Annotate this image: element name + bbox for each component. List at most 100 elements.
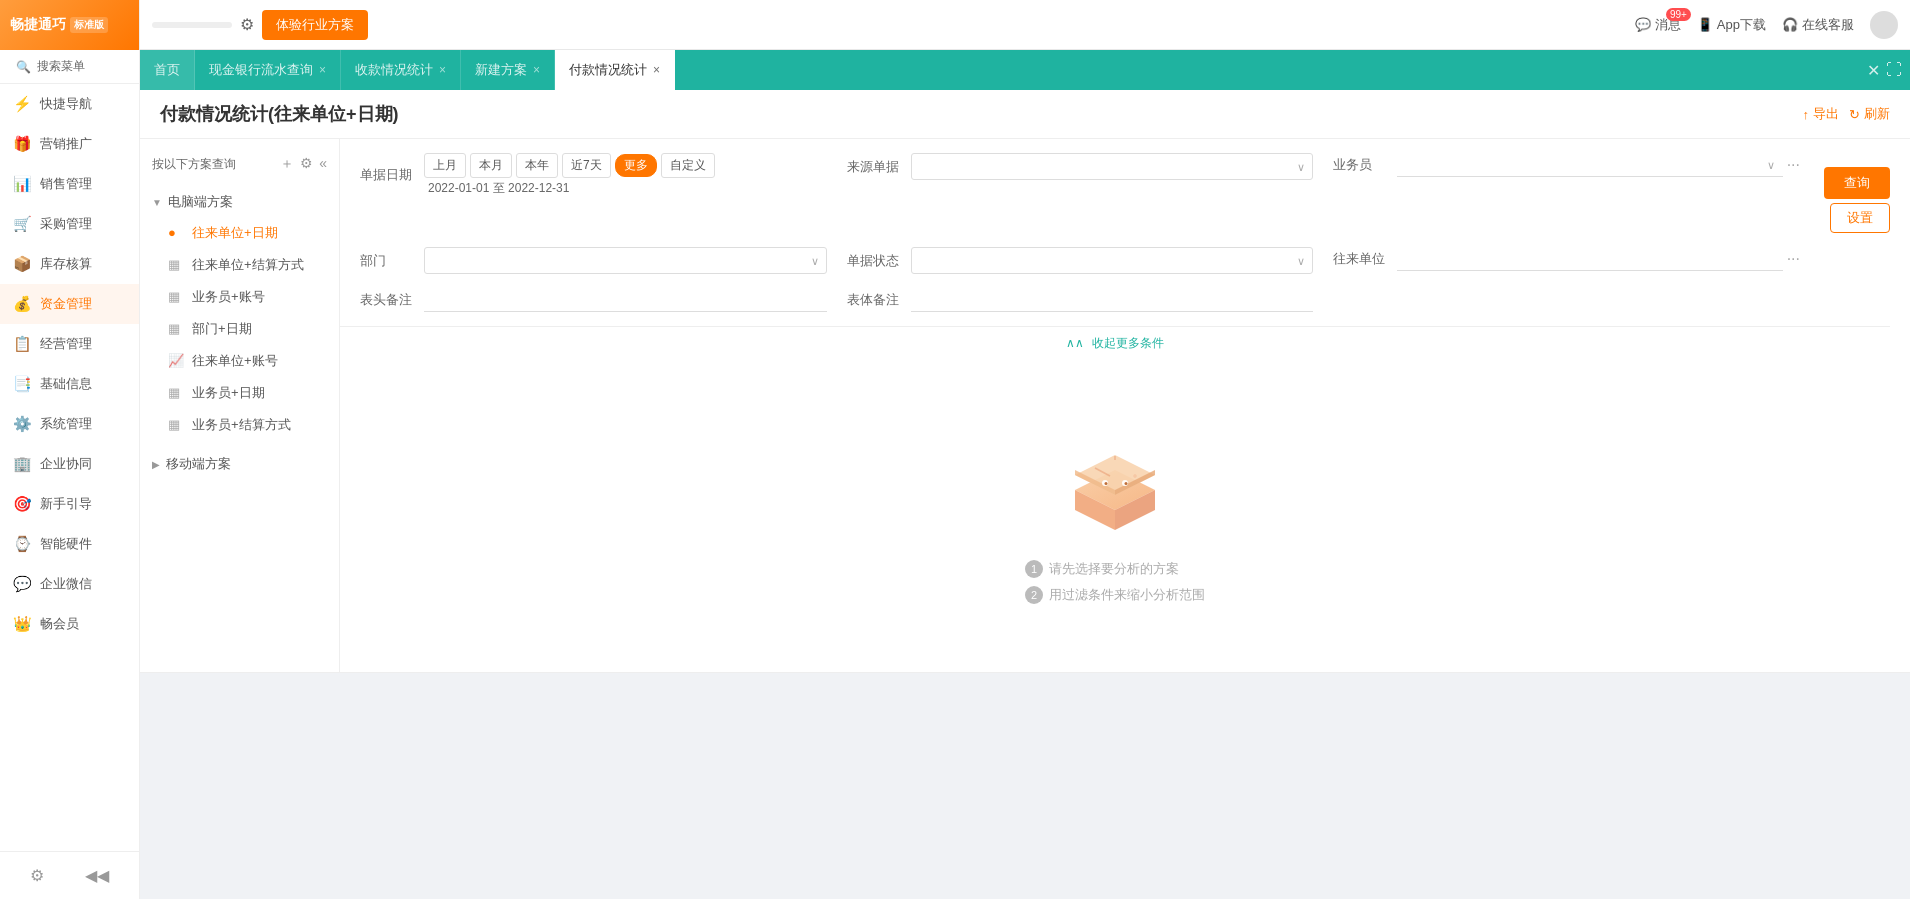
source-select-wrapper [911, 153, 1314, 180]
sidebar-item-label: 基础信息 [40, 375, 92, 393]
sidebar-item-label: 经营管理 [40, 335, 92, 353]
system-icon: ⚙️ [12, 414, 32, 434]
messages-btn[interactable]: 💬 消息 99+ [1635, 16, 1681, 34]
sidebar-logo: 畅捷通巧 标准版 [0, 0, 139, 50]
doc-status-select[interactable] [911, 247, 1314, 274]
scheme-chart-icon: 📈 [168, 353, 184, 369]
date-btn-more[interactable]: 更多 [615, 154, 657, 177]
tab-payment[interactable]: 付款情况统计 × [555, 50, 675, 90]
salesman-more-icon[interactable]: ··· [1787, 156, 1800, 174]
date-btn-this-year[interactable]: 本年 [516, 153, 558, 178]
tab-collection[interactable]: 收款情况统计 × [341, 50, 461, 90]
scheme-group-mobile-title[interactable]: ▶ 移动端方案 [140, 449, 339, 479]
sidebar-item-search-menu[interactable]: 🔍 搜索菜单 [0, 50, 139, 84]
online-service-btn[interactable]: 🎧 在线客服 [1782, 16, 1854, 34]
scheme-header-actions: ＋ ⚙ « [280, 155, 327, 173]
body-note-input[interactable] [911, 288, 1314, 312]
scheme-item-salesman-settle[interactable]: ▦ 业务员+结算方式 [140, 409, 339, 441]
scheme-collapse-icon[interactable]: « [319, 155, 327, 173]
empty-tip-1: 1 请先选择要分析的方案 [1025, 560, 1205, 578]
scheme-table-icon: ▦ [168, 417, 184, 433]
sidebar-item-newbie[interactable]: 🎯 新手引导 [0, 484, 139, 524]
scheme-table-icon: ▦ [168, 385, 184, 401]
header-note-input[interactable] [424, 288, 827, 312]
scheme-group-mobile: ▶ 移动端方案 [140, 445, 339, 483]
close-all-tabs-icon[interactable]: ✕ [1867, 61, 1880, 80]
date-btn-last-7days[interactable]: 近7天 [562, 153, 611, 178]
scheme-add-icon[interactable]: ＋ [280, 155, 294, 173]
app-name: 畅捷通巧 [10, 16, 66, 34]
scheme-settings-icon[interactable]: ⚙ [300, 155, 313, 173]
close-tab-collection[interactable]: × [439, 63, 446, 77]
close-tab-payment[interactable]: × [653, 63, 660, 77]
trial-btn[interactable]: 体验行业方案 [262, 10, 368, 40]
source-select[interactable] [911, 153, 1314, 180]
sidebar-item-basic[interactable]: 📑 基础信息 [0, 364, 139, 404]
sidebar-item-quick-nav[interactable]: ⚡ 快捷导航 [0, 84, 139, 124]
collapse-more-bar[interactable]: ∧∧ 收起更多条件 [340, 326, 1890, 360]
fullscreen-icon[interactable]: ⛶ [1886, 61, 1902, 79]
scheme-active-icon: ● [168, 225, 184, 241]
page-header: 付款情况统计(往来单位+日期) ↑ 导出 ↻ 刷新 [140, 90, 1910, 139]
filter-row-2: 部门 单据状态 [360, 247, 1890, 274]
close-tab-bank-flow[interactable]: × [319, 63, 326, 77]
sidebar-item-sales[interactable]: 📊 销售管理 [0, 164, 139, 204]
date-buttons: 上月 本月 本年 近7天 更多 自定义 [424, 153, 827, 178]
scheme-item-partner-account[interactable]: 📈 往来单位+账号 [140, 345, 339, 377]
filter-settings-btn[interactable]: 设置 [1830, 203, 1890, 233]
sidebar-item-enterprise[interactable]: 🏢 企业协同 [0, 444, 139, 484]
sidebar-item-marketing[interactable]: 🎁 营销推广 [0, 124, 139, 164]
online-service-label: 在线客服 [1802, 16, 1854, 34]
tab-label: 首页 [154, 61, 180, 79]
filter-field-dept: 部门 [360, 247, 827, 274]
main-area: ⚙ 体验行业方案 💬 消息 99+ 📱 App下载 🎧 在线客服 首 [140, 0, 1910, 899]
sidebar-item-label: 采购管理 [40, 215, 92, 233]
salesman-input[interactable] [1397, 153, 1782, 177]
sidebar-item-smart[interactable]: ⌚ 智能硬件 [0, 524, 139, 564]
page-title: 付款情况统计(往来单位+日期) [160, 102, 399, 126]
close-tab-new-scheme[interactable]: × [533, 63, 540, 77]
partner-input[interactable] [1397, 247, 1782, 271]
dept-select[interactable] [424, 247, 827, 274]
query-btn[interactable]: 查询 [1824, 167, 1890, 199]
settings-icon[interactable]: ⚙ [240, 15, 254, 34]
date-range-text: 2022-01-01 至 2022-12-31 [428, 180, 827, 197]
sidebar-item-fund[interactable]: 💰 资金管理 [0, 284, 139, 324]
partner-more-icon[interactable]: ··· [1787, 250, 1800, 268]
tab-bank-flow[interactable]: 现金银行流水查询 × [195, 50, 341, 90]
sidebar-item-operation[interactable]: 📋 经营管理 [0, 324, 139, 364]
sidebar-item-system[interactable]: ⚙️ 系统管理 [0, 404, 139, 444]
basic-icon: 📑 [12, 374, 32, 394]
tab-new-scheme[interactable]: 新建方案 × [461, 50, 555, 90]
body-note-label: 表体备注 [847, 291, 903, 309]
settings-bottom-icon[interactable]: ⚙ [26, 862, 48, 889]
export-icon: ↑ [1803, 107, 1810, 122]
scheme-item-partner-date[interactable]: ● 往来单位+日期 [140, 217, 339, 249]
tab-actions: ✕ ⛶ [1859, 50, 1910, 90]
date-btn-last-month[interactable]: 上月 [424, 153, 466, 178]
date-btn-custom[interactable]: 自定义 [661, 153, 715, 178]
scheme-group-desktop-title[interactable]: ▼ 电脑端方案 [140, 187, 339, 217]
user-avatar[interactable] [1870, 11, 1898, 39]
topbar: ⚙ 体验行业方案 💬 消息 99+ 📱 App下载 🎧 在线客服 [140, 0, 1910, 50]
sidebar-item-label: 新手引导 [40, 495, 92, 513]
app-download-btn[interactable]: 📱 App下载 [1697, 16, 1766, 34]
scheme-item-salesman-date[interactable]: ▦ 业务员+日期 [140, 377, 339, 409]
refresh-btn[interactable]: ↻ 刷新 [1849, 105, 1890, 123]
export-btn[interactable]: ↑ 导出 [1803, 105, 1840, 123]
scheme-item-dept-date[interactable]: ▦ 部门+日期 [140, 313, 339, 345]
sidebar-item-wechat[interactable]: 💬 企业微信 [0, 564, 139, 604]
tab-home[interactable]: 首页 [140, 50, 195, 90]
date-btn-this-month[interactable]: 本月 [470, 153, 512, 178]
scheme-item-label: 往来单位+日期 [192, 224, 278, 242]
scheme-item-partner-settle[interactable]: ▦ 往来单位+结算方式 [140, 249, 339, 281]
filter-form-area: 单据日期 上月 本月 本年 近7天 更多 自定义 20 [340, 139, 1890, 672]
empty-illustration [1055, 420, 1175, 540]
sidebar-item-inventory[interactable]: 📦 库存核算 [0, 244, 139, 284]
sidebar-item-purchase[interactable]: 🛒 采购管理 [0, 204, 139, 244]
sidebar-item-member[interactable]: 👑 畅会员 [0, 604, 139, 644]
message-icon: 💬 [1635, 17, 1651, 32]
query-area: 查询 设置 [1800, 153, 1890, 233]
scheme-item-salesman-account[interactable]: ▦ 业务员+账号 [140, 281, 339, 313]
collapse-sidebar-icon[interactable]: ◀◀ [81, 862, 113, 889]
